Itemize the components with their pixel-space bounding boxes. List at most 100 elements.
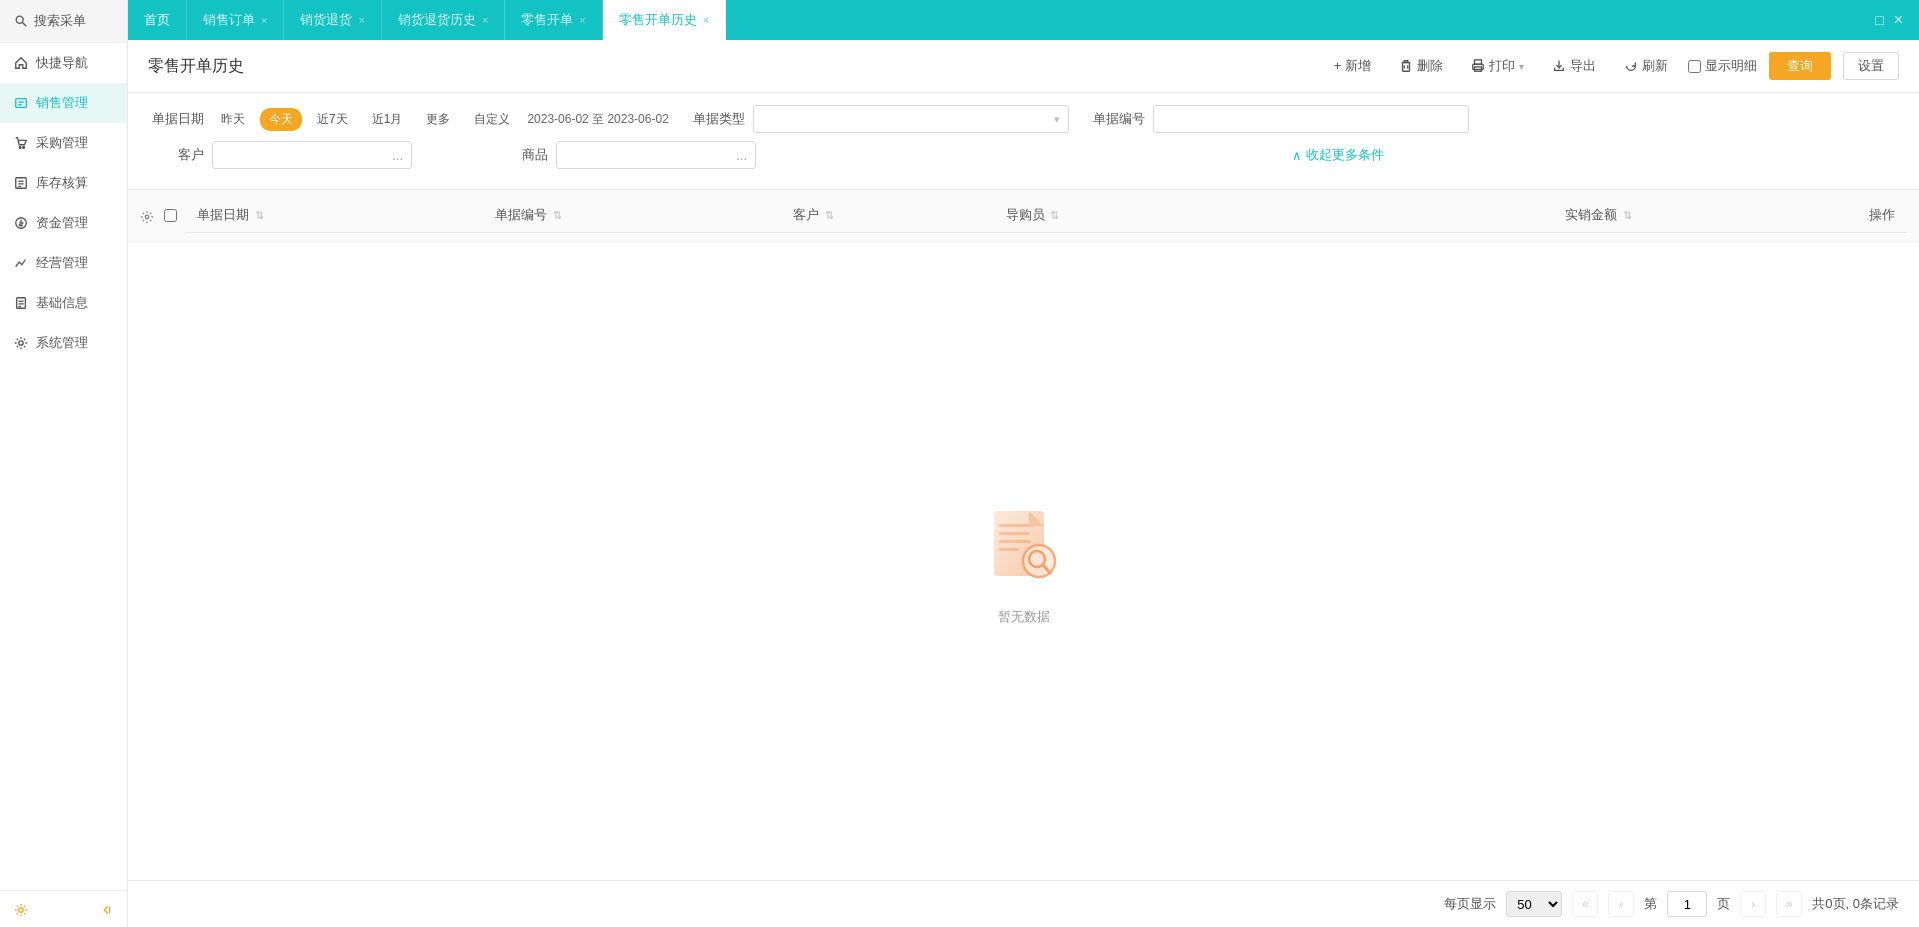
- svg-rect-19: [1403, 63, 1410, 72]
- sales-icon: [14, 96, 28, 110]
- page-size-select[interactable]: 10 20 50 100: [1506, 891, 1562, 917]
- table-headers: 单据日期 ⇅ 单据编号 ⇅ 客户 ⇅: [185, 198, 1907, 233]
- sidebar-item-purchase-mgmt[interactable]: 采购管理: [0, 123, 127, 163]
- filter-goods: 商品 ...: [492, 141, 756, 169]
- date-label: 单据日期: [148, 110, 204, 128]
- tab-retail-open-history[interactable]: 零售开单历史 ×: [603, 0, 726, 40]
- query-button[interactable]: 查询: [1769, 52, 1831, 80]
- tab-sales-order-label: 销售订单: [203, 11, 255, 29]
- th-no-label: 单据编号: [495, 207, 547, 222]
- goods-ellipsis: ...: [736, 148, 747, 163]
- tab-sales-return[interactable]: 销货退货 ×: [284, 0, 381, 40]
- date-today[interactable]: 今天: [260, 108, 302, 131]
- pagination: 每页显示 10 20 50 100 « ‹ 第 页 › » 共0页, 0条记录: [128, 880, 1919, 927]
- last-page-btn[interactable]: »: [1776, 891, 1802, 917]
- tab-sales-return-history-label: 销货退货历史: [398, 11, 476, 29]
- display-detail-checkbox[interactable]: 显示明细: [1688, 57, 1757, 75]
- display-detail-input[interactable]: [1688, 60, 1701, 73]
- sidebar-item-label: 库存核算: [36, 174, 88, 192]
- window-close-btn[interactable]: ×: [1894, 11, 1903, 29]
- doc-type-select[interactable]: ▾: [753, 105, 1069, 133]
- next-page-btn[interactable]: ›: [1740, 891, 1766, 917]
- collapse-button[interactable]: ∧ 收起更多条件: [1292, 142, 1384, 168]
- export-icon: [1552, 59, 1566, 73]
- doc-no-input[interactable]: [1153, 105, 1469, 133]
- delete-button[interactable]: 删除: [1391, 53, 1451, 79]
- sort-no-icon[interactable]: ⇅: [553, 209, 562, 221]
- tab-sales-order-close[interactable]: ×: [261, 14, 267, 26]
- settings-footer-icon[interactable]: [14, 901, 28, 917]
- table-toolbar: 单据日期 ⇅ 单据编号 ⇅ 客户 ⇅: [128, 190, 1919, 242]
- tab-retail-open-close[interactable]: ×: [579, 14, 585, 26]
- date-last1m[interactable]: 近1月: [363, 108, 412, 131]
- th-date-label: 单据日期: [197, 207, 249, 222]
- sidebar-item-sys-mgmt[interactable]: 系统管理: [0, 323, 127, 363]
- date-last7[interactable]: 近7天: [308, 108, 357, 131]
- refresh-label: 刷新: [1642, 57, 1668, 75]
- table-settings-icon[interactable]: [140, 207, 154, 223]
- page-input[interactable]: [1667, 891, 1707, 917]
- tab-sales-return-label: 销货退货: [300, 11, 352, 29]
- sidebar-footer: [0, 890, 127, 927]
- tab-sales-return-history[interactable]: 销货退货历史 ×: [382, 0, 505, 40]
- svg-rect-27: [999, 524, 1034, 527]
- sidebar-item-basic-info[interactable]: 基础信息: [0, 283, 127, 323]
- svg-point-25: [145, 215, 149, 219]
- tab-home-label: 首页: [144, 11, 170, 29]
- select-all-checkbox[interactable]: [164, 209, 177, 222]
- prev-page-btn[interactable]: ‹: [1608, 891, 1634, 917]
- print-button[interactable]: 打印 ▾: [1463, 53, 1532, 79]
- svg-line-1: [23, 23, 27, 27]
- th-action-label: 操作: [1869, 207, 1895, 222]
- sort-amount-icon[interactable]: ⇅: [1623, 209, 1632, 221]
- tab-sales-order[interactable]: 销售订单 ×: [187, 0, 284, 40]
- date-more[interactable]: 更多: [417, 108, 459, 131]
- collapse-sidebar-icon[interactable]: [99, 901, 113, 917]
- sort-date-icon[interactable]: ⇅: [255, 209, 264, 221]
- tab-bar: 首页 销售订单 × 销货退货 × 销货退货历史 × 零售开单 × 零售开单历史 …: [128, 0, 1919, 40]
- tab-sales-return-history-close[interactable]: ×: [482, 14, 488, 26]
- basic-icon: [14, 296, 28, 310]
- customer-input[interactable]: ...: [212, 141, 412, 169]
- sidebar-search[interactable]: 搜索采单: [0, 0, 127, 43]
- svg-rect-2: [16, 99, 27, 108]
- goods-input[interactable]: ...: [556, 141, 756, 169]
- sort-guide-icon[interactable]: ⇅: [1050, 209, 1059, 221]
- date-yesterday[interactable]: 昨天: [212, 108, 254, 131]
- sidebar-item-operation[interactable]: 经营管理: [0, 243, 127, 283]
- svg-point-5: [19, 147, 21, 149]
- tab-sales-return-close[interactable]: ×: [358, 14, 364, 26]
- sidebar-item-inventory[interactable]: 库存核算: [0, 163, 127, 203]
- empty-state: 暂无数据: [128, 242, 1919, 880]
- setting-button[interactable]: 设置: [1843, 52, 1899, 80]
- chevron-up-icon: ∧: [1292, 148, 1302, 163]
- tab-home[interactable]: 首页: [128, 0, 187, 40]
- export-button[interactable]: 导出: [1544, 53, 1604, 79]
- filter-row-1: 单据日期 昨天 今天 近7天 近1月 更多 自定义 2023-06-02 至 2…: [148, 105, 1899, 133]
- print-icon: [1471, 59, 1485, 73]
- date-custom[interactable]: 自定义: [465, 108, 519, 131]
- empty-illustration: [974, 496, 1074, 596]
- customer-ellipsis: ...: [392, 148, 403, 163]
- sidebar-item-finance[interactable]: 资金管理: [0, 203, 127, 243]
- main-area: 首页 销售订单 × 销货退货 × 销货退货历史 × 零售开单 × 零售开单历史 …: [128, 0, 1919, 927]
- refresh-button[interactable]: 刷新: [1616, 53, 1676, 79]
- tab-retail-open-history-close[interactable]: ×: [703, 14, 709, 26]
- window-restore-btn[interactable]: □: [1875, 12, 1883, 28]
- tab-retail-open[interactable]: 零售开单 ×: [505, 0, 602, 40]
- th-date: 单据日期 ⇅: [185, 198, 483, 233]
- sort-customer-icon[interactable]: ⇅: [825, 209, 834, 221]
- sidebar-item-sales-mgmt[interactable]: 销售管理: [0, 83, 127, 123]
- first-page-btn[interactable]: «: [1572, 891, 1598, 917]
- sidebar-item-quick-nav[interactable]: 快捷导航: [0, 43, 127, 83]
- add-button[interactable]: + 新增: [1326, 53, 1379, 79]
- svg-point-0: [16, 16, 23, 23]
- sidebar-item-label: 快捷导航: [36, 54, 88, 72]
- add-label: + 新增: [1334, 57, 1371, 75]
- delete-label: 删除: [1417, 57, 1443, 75]
- purchase-icon: [14, 136, 28, 150]
- date-buttons: 昨天 今天 近7天 近1月 更多 自定义: [212, 108, 519, 131]
- filter-row-2: 客户 ... 商品 ... ∧ 收起更多条件: [148, 141, 1899, 169]
- sidebar: 搜索采单 快捷导航 销售管理 采购管理: [0, 0, 128, 927]
- svg-point-6: [23, 147, 25, 149]
